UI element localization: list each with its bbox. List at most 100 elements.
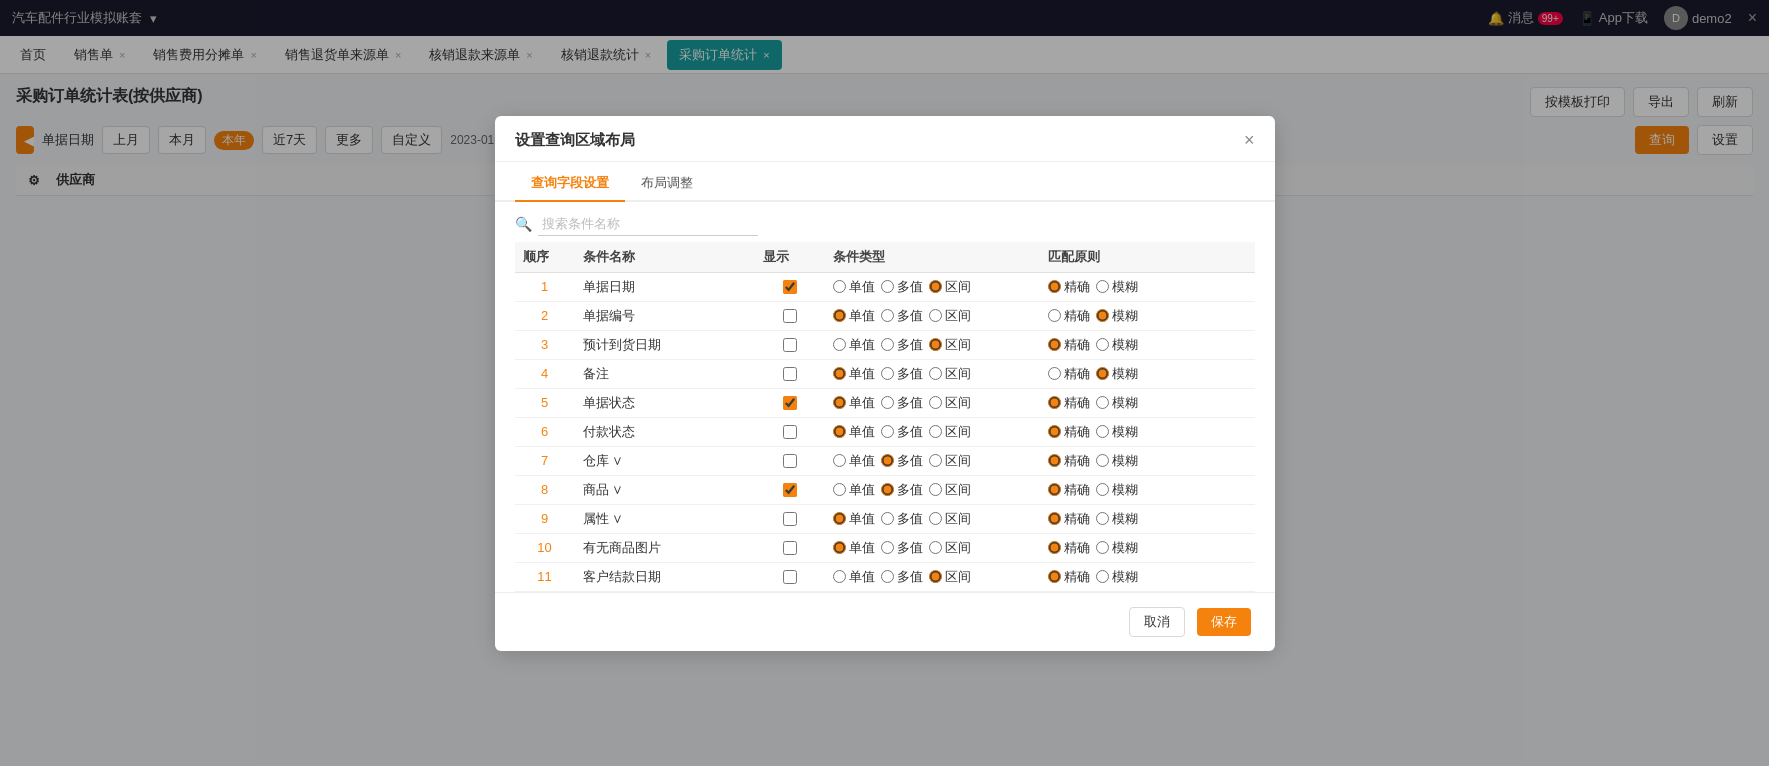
row-display-checkbox[interactable] (783, 367, 797, 381)
radio-match-item[interactable]: 模糊 (1096, 568, 1138, 586)
radio-type-item[interactable]: 单值 (833, 568, 875, 586)
th-display: 显示 (755, 248, 825, 266)
radio-type-item[interactable]: 多值 (881, 307, 923, 325)
row-display-checkbox[interactable] (783, 570, 797, 584)
row-order: 7 (515, 453, 575, 468)
radio-type-item[interactable]: 区间 (929, 539, 971, 557)
radio-type-item[interactable]: 区间 (929, 336, 971, 354)
row-display-checkbox[interactable] (783, 483, 797, 497)
table-row: 8商品 ∨单值多值区间精确模糊 (515, 476, 1255, 505)
radio-type-item[interactable]: 多值 (881, 481, 923, 499)
radio-type-item[interactable]: 单值 (833, 336, 875, 354)
row-display-checkbox[interactable] (783, 512, 797, 526)
radio-type-item[interactable]: 区间 (929, 307, 971, 325)
radio-match-item[interactable]: 模糊 (1096, 423, 1138, 441)
radio-type-item[interactable]: 多值 (881, 394, 923, 412)
radio-type-item[interactable]: 区间 (929, 568, 971, 586)
dialog-close-btn[interactable]: × (1244, 130, 1255, 151)
radio-match-item[interactable]: 精确 (1048, 423, 1090, 441)
radio-type-item[interactable]: 多值 (881, 365, 923, 383)
th-order: 顺序 (515, 248, 575, 266)
row-display-checkbox[interactable] (783, 280, 797, 294)
row-type-group: 单值多值区间 (825, 365, 1040, 383)
table-row: 2单据编号 单值多值区间 精确模糊 (515, 302, 1255, 331)
row-name: 客户结款日期 (575, 568, 755, 586)
radio-match-item[interactable]: 精确 (1048, 307, 1090, 325)
row-match-group: 精确模糊 (1040, 539, 1255, 557)
radio-type-item[interactable]: 区间 (929, 394, 971, 412)
radio-type-item[interactable]: 区间 (929, 481, 971, 499)
radio-type-item[interactable]: 多值 (881, 336, 923, 354)
radio-match-item[interactable]: 模糊 (1096, 365, 1138, 383)
radio-type-item[interactable]: 区间 (929, 452, 971, 470)
cancel-btn[interactable]: 取消 (1129, 607, 1185, 637)
dialog-tab-layout[interactable]: 布局调整 (625, 166, 709, 202)
row-match-group: 精确模糊 (1040, 568, 1255, 586)
radio-type-item[interactable]: 单值 (833, 539, 875, 557)
radio-type-item[interactable]: 区间 (929, 278, 971, 296)
table-row: 7仓库 ∨ 单值多值区间 精确模糊 (515, 447, 1255, 476)
row-type-group: 单值多值区间 (825, 539, 1040, 557)
radio-type-item[interactable]: 多值 (881, 568, 923, 586)
row-type-group: 单值多值区间 (825, 510, 1040, 528)
radio-match-item[interactable]: 精确 (1048, 278, 1090, 296)
radio-match-item[interactable]: 精确 (1048, 394, 1090, 412)
dialog-header: 设置查询区域布局 × (495, 116, 1275, 162)
row-name: 付款状态 (575, 423, 755, 441)
radio-match-item[interactable]: 精确 (1048, 568, 1090, 586)
radio-type-item[interactable]: 单值 (833, 481, 875, 499)
radio-match-item[interactable]: 模糊 (1096, 394, 1138, 412)
radio-match-item[interactable]: 模糊 (1096, 336, 1138, 354)
search-input[interactable] (538, 212, 758, 236)
th-match: 匹配原则 (1040, 248, 1255, 266)
radio-match-item[interactable]: 模糊 (1096, 278, 1138, 296)
row-display-checkbox[interactable] (783, 338, 797, 352)
radio-match-item[interactable]: 精确 (1048, 336, 1090, 354)
radio-type-item[interactable]: 多值 (881, 539, 923, 557)
row-order: 1 (515, 279, 575, 294)
row-display-checkbox[interactable] (783, 541, 797, 555)
radio-type-item[interactable]: 单值 (833, 423, 875, 441)
radio-match-item[interactable]: 精确 (1048, 539, 1090, 557)
radio-match-item[interactable]: 精确 (1048, 365, 1090, 383)
row-display-checkbox[interactable] (783, 309, 797, 323)
row-display-checkbox[interactable] (783, 396, 797, 410)
dialog-tabs: 查询字段设置 布局调整 (495, 166, 1275, 202)
radio-type-item[interactable]: 多值 (881, 278, 923, 296)
radio-match-item[interactable]: 模糊 (1096, 481, 1138, 499)
row-name: 属性 ∨ (575, 510, 755, 528)
radio-type-item[interactable]: 单值 (833, 394, 875, 412)
radio-match-item[interactable]: 模糊 (1096, 510, 1138, 528)
radio-type-item[interactable]: 单值 (833, 510, 875, 528)
row-name: 单据编号 (575, 307, 755, 325)
radio-type-item[interactable]: 单值 (833, 278, 875, 296)
row-match-group: 精确模糊 (1040, 336, 1255, 354)
radio-match-item[interactable]: 精确 (1048, 452, 1090, 470)
row-display-checkbox[interactable] (783, 425, 797, 439)
radio-match-item[interactable]: 精确 (1048, 510, 1090, 528)
save-btn[interactable]: 保存 (1197, 608, 1251, 636)
radio-type-item[interactable]: 区间 (929, 365, 971, 383)
radio-match-item[interactable]: 模糊 (1096, 539, 1138, 557)
radio-match-item[interactable]: 模糊 (1096, 452, 1138, 470)
radio-type-item[interactable]: 多值 (881, 452, 923, 470)
radio-match-item[interactable]: 模糊 (1096, 307, 1138, 325)
row-name: 有无商品图片 (575, 539, 755, 557)
dialog: 设置查询区域布局 × 查询字段设置 布局调整 🔍 顺序 条件名称 显示 条件类型 (495, 116, 1275, 651)
table-row: 3预计到货日期单值多值区间精确模糊 (515, 331, 1255, 360)
row-order: 2 (515, 308, 575, 323)
radio-type-item[interactable]: 区间 (929, 423, 971, 441)
radio-type-item[interactable]: 单值 (833, 365, 875, 383)
row-order: 5 (515, 395, 575, 410)
radio-type-item[interactable]: 多值 (881, 510, 923, 528)
row-display-checkbox[interactable] (783, 454, 797, 468)
dialog-tab-query-fields[interactable]: 查询字段设置 (515, 166, 625, 202)
radio-type-item[interactable]: 单值 (833, 452, 875, 470)
radio-type-item[interactable]: 多值 (881, 423, 923, 441)
radio-type-item[interactable]: 单值 (833, 307, 875, 325)
row-order: 11 (515, 569, 575, 584)
row-name: 仓库 ∨ (575, 452, 755, 470)
radio-match-item[interactable]: 精确 (1048, 481, 1090, 499)
radio-type-item[interactable]: 区间 (929, 510, 971, 528)
modal-overlay: 设置查询区域布局 × 查询字段设置 布局调整 🔍 顺序 条件名称 显示 条件类型 (0, 0, 1769, 766)
